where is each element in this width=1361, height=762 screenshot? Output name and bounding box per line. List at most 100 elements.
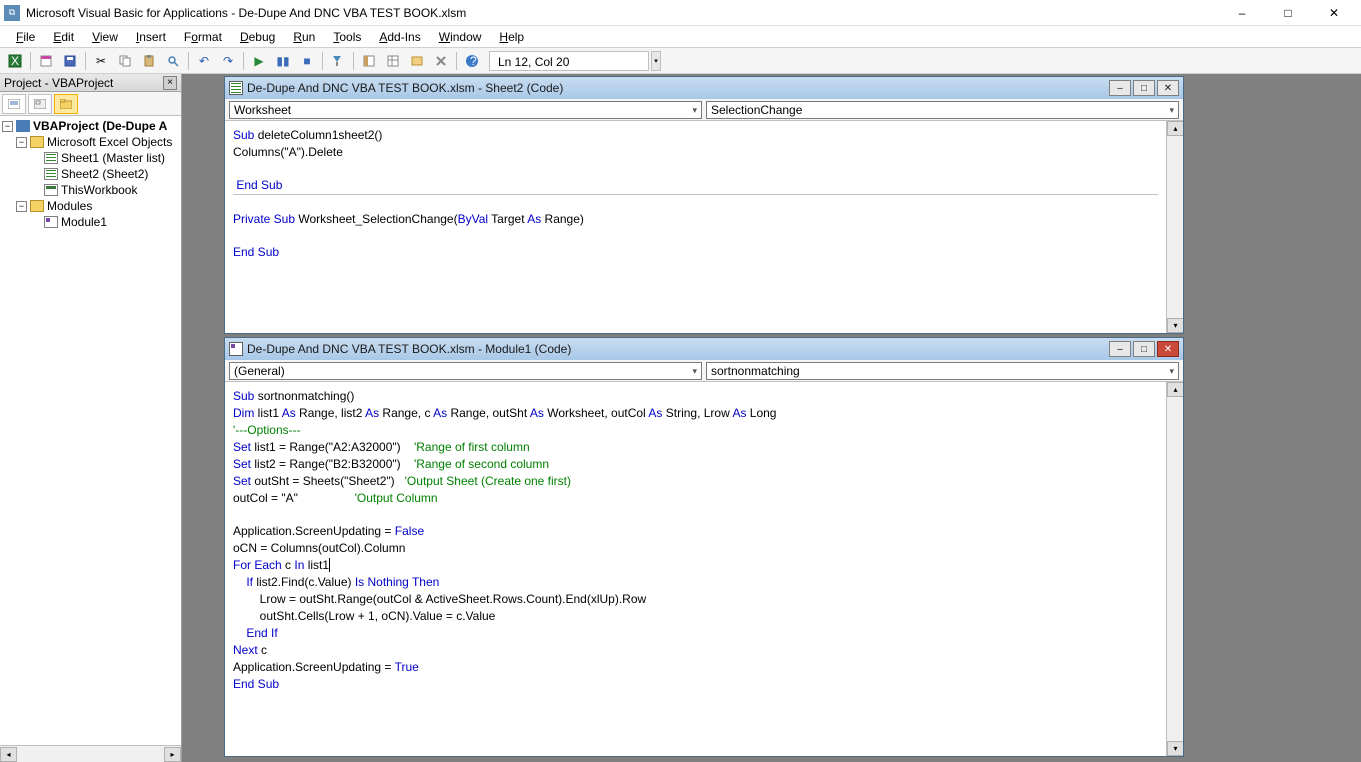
tree-sheet1[interactable]: Sheet1 (Master list): [0, 150, 181, 166]
object-select-value: Worksheet: [234, 103, 291, 117]
vscrollbar[interactable]: ▴ ▾: [1166, 121, 1183, 333]
codewin-titlebar[interactable]: De-Dupe And DNC VBA TEST BOOK.xlsm - Mod…: [225, 338, 1183, 360]
run-icon[interactable]: ▶: [248, 50, 270, 72]
scroll-track[interactable]: [17, 747, 164, 762]
codewin-dropdowns: (General) sortnonmatching: [225, 360, 1183, 382]
help-icon[interactable]: ?: [461, 50, 483, 72]
reset-icon[interactable]: ■: [296, 50, 318, 72]
codewin-minimize-button[interactable]: –: [1109, 341, 1131, 357]
find-icon[interactable]: [162, 50, 184, 72]
menu-edit[interactable]: Edit: [45, 28, 82, 46]
view-excel-icon[interactable]: X: [4, 50, 26, 72]
tree-module1[interactable]: Module1: [0, 214, 181, 230]
panel-close-button[interactable]: ×: [163, 76, 177, 90]
mdi-area: De-Dupe And DNC VBA TEST BOOK.xlsm - She…: [182, 74, 1361, 762]
sheet-icon: [229, 81, 243, 95]
view-object-icon[interactable]: [28, 94, 52, 114]
properties-icon[interactable]: [382, 50, 404, 72]
codewin-close-button[interactable]: ✕: [1157, 80, 1179, 96]
code-editor[interactable]: Sub deleteColumn1sheet2() Columns("A").D…: [225, 121, 1166, 333]
minimize-button[interactable]: –: [1219, 0, 1265, 26]
codewin-maximize-button[interactable]: □: [1133, 80, 1155, 96]
codewin-body: Sub deleteColumn1sheet2() Columns("A").D…: [225, 121, 1183, 333]
collapse-icon[interactable]: −: [2, 121, 13, 132]
scroll-track[interactable]: [1167, 136, 1183, 318]
menu-insert[interactable]: Insert: [128, 28, 174, 46]
separator: [85, 52, 86, 70]
object-select[interactable]: (General): [229, 362, 702, 380]
undo-icon[interactable]: ↶: [193, 50, 215, 72]
tree-thisworkbook[interactable]: ThisWorkbook: [0, 182, 181, 198]
collapse-icon[interactable]: −: [16, 201, 27, 212]
menu-tools[interactable]: Tools: [325, 28, 369, 46]
toolbar-overflow[interactable]: ▾: [651, 51, 661, 71]
procedure-select-value: SelectionChange: [711, 103, 802, 117]
separator: [243, 52, 244, 70]
code-window-sheet2[interactable]: De-Dupe And DNC VBA TEST BOOK.xlsm - She…: [224, 76, 1184, 334]
menu-view[interactable]: View: [84, 28, 126, 46]
codewin-minimize-button[interactable]: –: [1109, 80, 1131, 96]
break-icon[interactable]: ▮▮: [272, 50, 294, 72]
design-mode-icon[interactable]: [327, 50, 349, 72]
menu-run[interactable]: Run: [285, 28, 323, 46]
project-explorer-icon[interactable]: [358, 50, 380, 72]
separator: [188, 52, 189, 70]
scroll-up-icon[interactable]: ▴: [1167, 121, 1183, 136]
object-select[interactable]: Worksheet: [229, 101, 702, 119]
codewin-maximize-button[interactable]: □: [1133, 341, 1155, 357]
scroll-left-icon[interactable]: ◂: [0, 747, 17, 762]
menu-window[interactable]: Window: [431, 28, 490, 46]
scroll-up-icon[interactable]: ▴: [1167, 382, 1183, 397]
procedure-select-value: sortnonmatching: [711, 364, 800, 378]
project-panel-toolbar: [0, 92, 181, 116]
tree-sheet2[interactable]: Sheet2 (Sheet2): [0, 166, 181, 182]
copy-icon[interactable]: [114, 50, 136, 72]
scroll-track[interactable]: [1167, 397, 1183, 741]
toggle-folders-icon[interactable]: [54, 94, 78, 114]
object-browser-icon[interactable]: [406, 50, 428, 72]
toolbox-icon[interactable]: [430, 50, 452, 72]
menu-addins[interactable]: Add-Ins: [371, 28, 428, 46]
workbook-icon: [44, 184, 58, 196]
menu-help[interactable]: Help: [491, 28, 532, 46]
project-icon: [16, 120, 30, 132]
collapse-icon[interactable]: −: [16, 137, 27, 148]
procedure-select[interactable]: sortnonmatching: [706, 362, 1179, 380]
codewin-close-button[interactable]: ✕: [1157, 341, 1179, 357]
sheet-icon: [44, 168, 58, 180]
save-icon[interactable]: [59, 50, 81, 72]
tree-folder-excel[interactable]: − Microsoft Excel Objects: [0, 134, 181, 150]
cursor-position: Ln 12, Col 20: [489, 51, 649, 71]
separator: [322, 52, 323, 70]
object-select-value: (General): [234, 364, 285, 378]
tree-item-label: Sheet2 (Sheet2): [61, 167, 148, 181]
menu-file[interactable]: File: [8, 28, 43, 46]
redo-icon[interactable]: ↷: [217, 50, 239, 72]
tree-folder-modules[interactable]: − Modules: [0, 198, 181, 214]
vscrollbar[interactable]: ▴ ▾: [1166, 382, 1183, 756]
close-button[interactable]: ✕: [1311, 0, 1357, 26]
scroll-down-icon[interactable]: ▾: [1167, 318, 1183, 333]
project-tree[interactable]: − VBAProject (De-Dupe A − Microsoft Exce…: [0, 116, 181, 745]
scroll-down-icon[interactable]: ▾: [1167, 741, 1183, 756]
maximize-button[interactable]: □: [1265, 0, 1311, 26]
panel-hscrollbar[interactable]: ◂ ▸: [0, 745, 181, 762]
menu-format[interactable]: Format: [176, 28, 230, 46]
module-icon: [229, 342, 243, 356]
module-icon: [44, 216, 58, 228]
tree-root[interactable]: − VBAProject (De-Dupe A: [0, 118, 181, 134]
scroll-right-icon[interactable]: ▸: [164, 747, 181, 762]
codewin-titlebar[interactable]: De-Dupe And DNC VBA TEST BOOK.xlsm - She…: [225, 77, 1183, 99]
project-panel-title-text: Project - VBAProject: [4, 76, 163, 90]
menu-debug[interactable]: Debug: [232, 28, 283, 46]
doc-name: De-Dupe And DNC VBA TEST BOOK.xlsm: [239, 6, 467, 20]
view-code-icon[interactable]: [2, 94, 26, 114]
insert-icon[interactable]: [35, 50, 57, 72]
menubar: File Edit View Insert Format Debug Run T…: [0, 26, 1361, 48]
paste-icon[interactable]: [138, 50, 160, 72]
code-editor[interactable]: Sub sortnonmatching() Dim list1 As Range…: [225, 382, 1166, 756]
toolbar: X ✂ ↶ ↷ ▶ ▮▮ ■ ? Ln 12, Col 20 ▾: [0, 48, 1361, 74]
code-window-module1[interactable]: De-Dupe And DNC VBA TEST BOOK.xlsm - Mod…: [224, 337, 1184, 757]
procedure-select[interactable]: SelectionChange: [706, 101, 1179, 119]
cut-icon[interactable]: ✂: [90, 50, 112, 72]
